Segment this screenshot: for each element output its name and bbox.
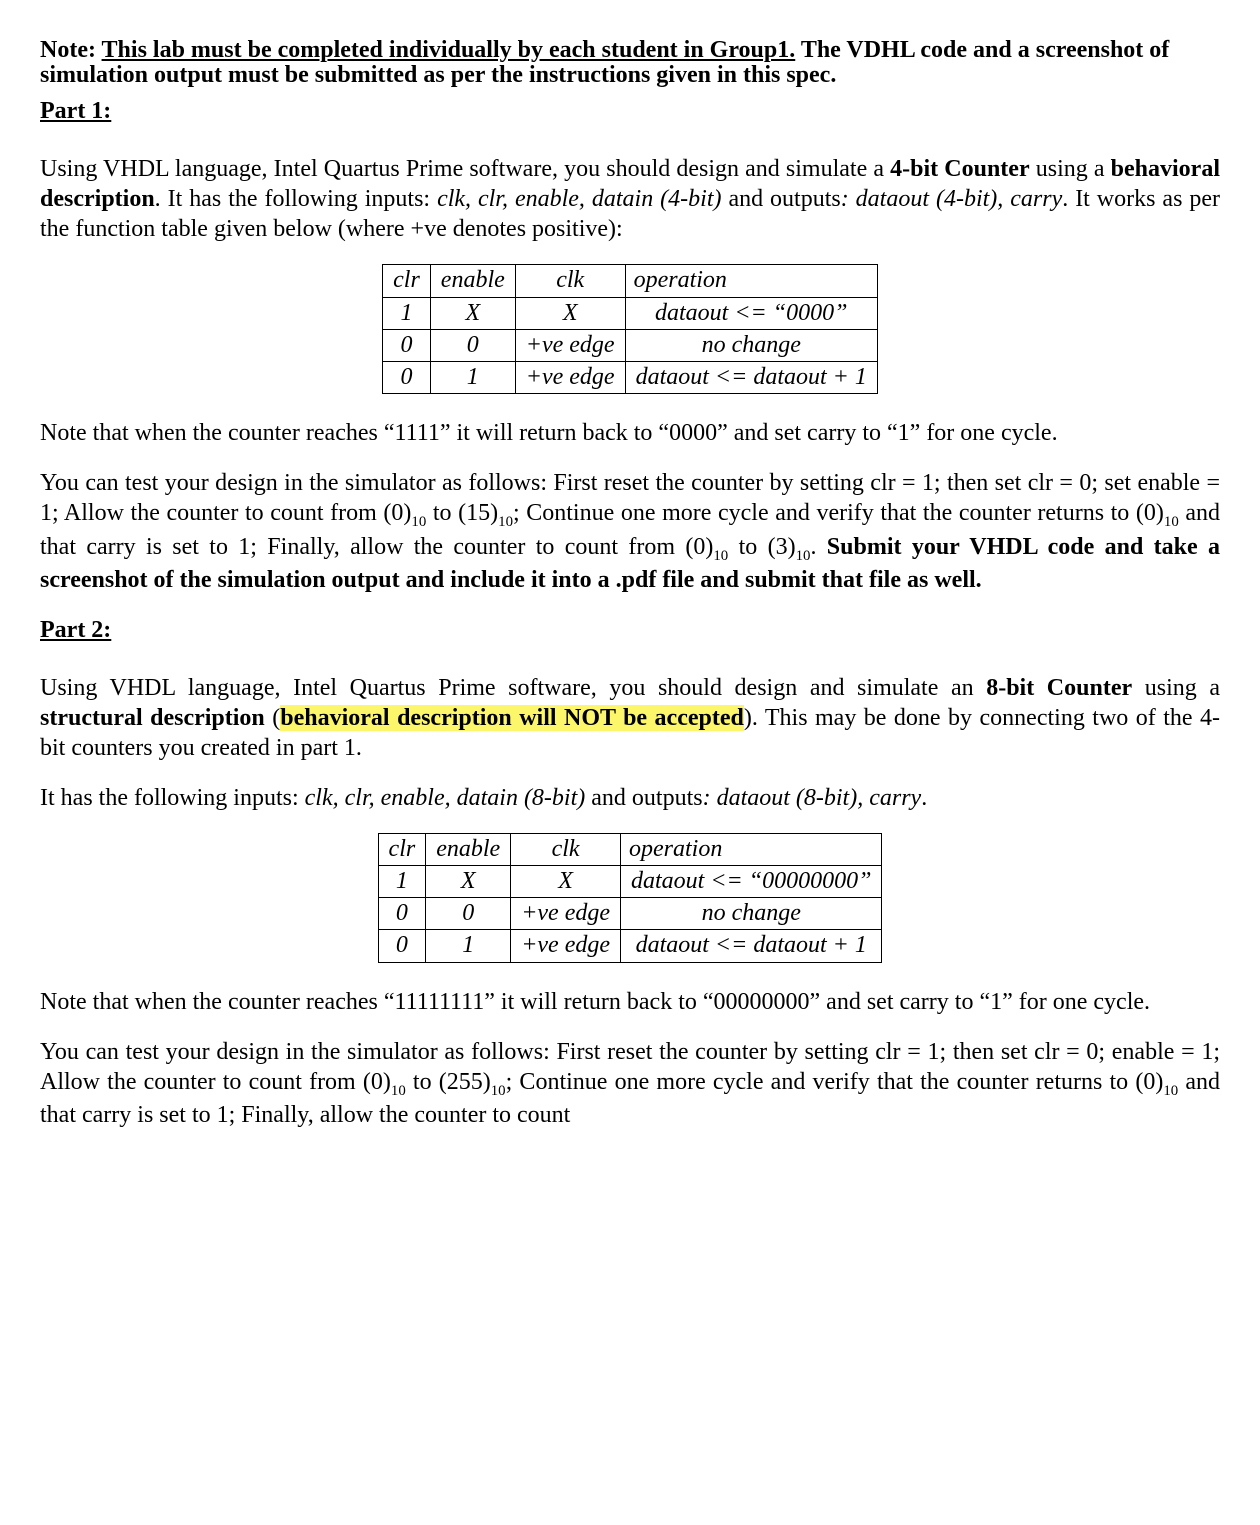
- p1-th-op: operation: [625, 265, 877, 297]
- part1-intro: Using VHDL language, Intel Quartus Prime…: [40, 154, 1220, 244]
- cell: 0: [383, 361, 431, 393]
- table-row: 0 1 +ve edge dataout <= dataout + 1: [383, 361, 878, 393]
- cell: X: [426, 866, 511, 898]
- sub: 10: [713, 547, 728, 563]
- note-label: Note:: [40, 37, 102, 63]
- t: .: [810, 534, 826, 560]
- t: and outputs: [585, 785, 702, 811]
- part1-intro-b1: 4-bit Counter: [890, 156, 1029, 182]
- table-row: 1 X X dataout <= “0000”: [383, 297, 878, 329]
- part1-intro-i1: clk, clr, enable, datain (4-bit): [437, 186, 721, 212]
- note-underlined: This lab must be completed individually …: [102, 37, 796, 63]
- p1-th-clr: clr: [383, 265, 431, 297]
- part1-intro-mid3: and outputs: [721, 186, 840, 212]
- p2-th-enable: enable: [426, 833, 511, 865]
- part1-rollover-note: Note that when the counter reaches “1111…: [40, 418, 1220, 448]
- cell: +ve edge: [511, 930, 621, 962]
- lab-note: Note: This lab must be completed individ…: [40, 38, 1220, 88]
- t: 8-bit Counter: [986, 675, 1132, 701]
- t: clk, clr, enable, datain (8-bit): [305, 785, 586, 811]
- sub: 10: [796, 547, 811, 563]
- part1-heading: Part 1:: [40, 96, 1220, 126]
- sub: 10: [411, 514, 426, 530]
- cell: dataout <= dataout + 1: [621, 930, 882, 962]
- t: Using VHDL language, Intel Quartus Prime…: [40, 675, 986, 701]
- cell: 0: [378, 930, 426, 962]
- sub: 10: [1163, 1082, 1178, 1098]
- cell: 1: [383, 297, 431, 329]
- cell: dataout <= “0000”: [625, 297, 877, 329]
- cell: dataout <= “00000000”: [621, 866, 882, 898]
- sub: 10: [391, 1082, 406, 1098]
- p1-th-enable: enable: [430, 265, 515, 297]
- part2-highlight: behavioral description will NOT be accep…: [280, 705, 744, 731]
- cell: +ve edge: [511, 898, 621, 930]
- cell: +ve edge: [515, 329, 625, 361]
- part2-rollover-note: Note that when the counter reaches “1111…: [40, 987, 1220, 1017]
- cell: X: [511, 866, 621, 898]
- p2-th-clk: clk: [511, 833, 621, 865]
- cell: no change: [625, 329, 877, 361]
- part2-intro: Using VHDL language, Intel Quartus Prime…: [40, 673, 1220, 763]
- t: to (15): [426, 500, 498, 526]
- cell: +ve edge: [515, 361, 625, 393]
- cell: 1: [430, 361, 515, 393]
- part1-intro-i2: : dataout (4-bit), carry: [841, 186, 1063, 212]
- cell: X: [515, 297, 625, 329]
- part1-function-table: clr enable clk operation 1 X X dataout <…: [382, 264, 878, 394]
- part2-heading: Part 2:: [40, 615, 1220, 645]
- cell: 0: [430, 329, 515, 361]
- sub: 10: [498, 514, 513, 530]
- p2-th-op: operation: [621, 833, 882, 865]
- t: It has the following inputs:: [40, 785, 305, 811]
- p2-th-clr: clr: [378, 833, 426, 865]
- t: to (255): [406, 1069, 491, 1095]
- cell: no change: [621, 898, 882, 930]
- part2-function-table: clr enable clk operation 1 X X dataout <…: [378, 833, 883, 963]
- part1-intro-pre: Using VHDL language, Intel Quartus Prime…: [40, 156, 890, 182]
- part1-intro-mid1: using a: [1030, 156, 1111, 182]
- t: ; Continue one more cycle and verify tha…: [506, 1069, 1164, 1095]
- t: using a: [1132, 675, 1220, 701]
- t: ; Continue one more cycle and verify tha…: [513, 500, 1164, 526]
- cell: 0: [383, 329, 431, 361]
- part2-test-instructions: You can test your design in the simulato…: [40, 1037, 1220, 1130]
- part1-test-instructions: You can test your design in the simulato…: [40, 468, 1220, 595]
- cell: X: [430, 297, 515, 329]
- part1-intro-mid2: . It has the following inputs:: [155, 186, 437, 212]
- table-row: 0 1 +ve edge dataout <= dataout + 1: [378, 930, 882, 962]
- cell: 1: [426, 930, 511, 962]
- t: structural description: [40, 705, 265, 731]
- cell: 0: [426, 898, 511, 930]
- sub: 10: [1164, 514, 1179, 530]
- t: : dataout (8-bit), carry: [703, 785, 922, 811]
- t: (: [265, 705, 280, 731]
- t: to (3): [728, 534, 795, 560]
- t: .: [921, 785, 927, 811]
- p1-th-clk: clk: [515, 265, 625, 297]
- table-row: 0 0 +ve edge no change: [378, 898, 882, 930]
- cell: 1: [378, 866, 426, 898]
- table-row: 0 0 +ve edge no change: [383, 329, 878, 361]
- table-row: 1 X X dataout <= “00000000”: [378, 866, 882, 898]
- cell: dataout <= dataout + 1: [625, 361, 877, 393]
- part2-io: It has the following inputs: clk, clr, e…: [40, 783, 1220, 813]
- cell: 0: [378, 898, 426, 930]
- sub: 10: [491, 1082, 506, 1098]
